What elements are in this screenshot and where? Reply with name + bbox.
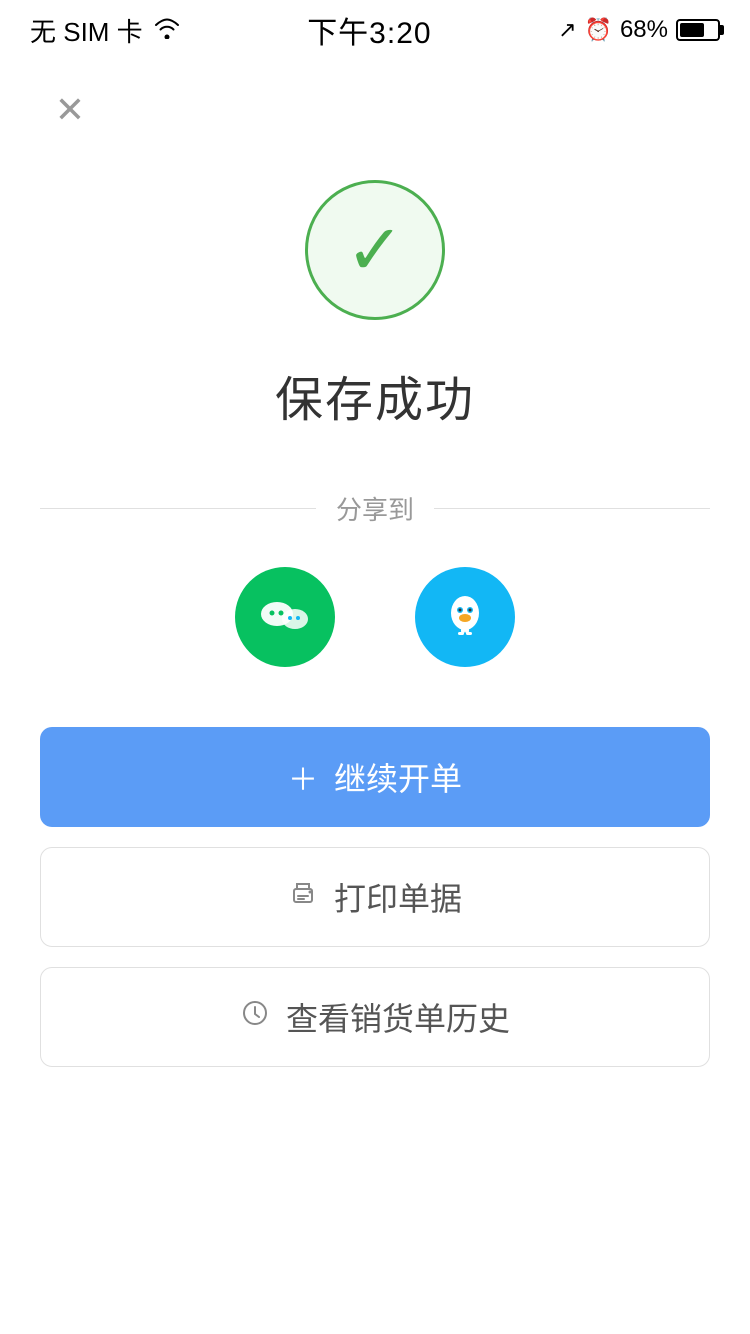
location-icon: ↗: [558, 17, 576, 43]
qq-icon: [435, 587, 495, 647]
divider-right: [434, 508, 710, 509]
close-button[interactable]: ✕: [40, 80, 100, 140]
print-icon: [288, 878, 318, 916]
continue-button[interactable]: ＋ 继续开单: [40, 727, 710, 827]
history-button[interactable]: 查看销货单历史: [40, 967, 710, 1067]
share-section: 分享到: [40, 490, 710, 667]
share-divider: 分享到: [40, 490, 710, 527]
wechat-share-button[interactable]: [235, 567, 335, 667]
wifi-icon: [153, 15, 181, 46]
status-bar: 无 SIM 卡 下午3:20 ↗ ⏰ 68%: [0, 0, 750, 60]
wechat-icon: [255, 587, 315, 647]
checkmark-icon: ✓: [346, 215, 405, 285]
success-section: ✓ 保存成功: [40, 180, 710, 430]
history-label: 查看销货单历史: [286, 994, 510, 1040]
close-icon: ✕: [55, 92, 85, 128]
success-circle: ✓: [305, 180, 445, 320]
battery-icon: [676, 19, 720, 41]
share-label: 分享到: [316, 490, 434, 527]
status-left: 无 SIM 卡: [30, 12, 181, 49]
plus-icon: ＋: [288, 755, 318, 799]
print-button[interactable]: 打印单据: [40, 847, 710, 947]
status-right: ↗ ⏰ 68%: [558, 16, 720, 44]
alarm-icon: ⏰: [585, 17, 612, 43]
qq-share-button[interactable]: [415, 567, 515, 667]
battery-percent: 68%: [620, 16, 668, 44]
share-icons-container: [40, 567, 710, 667]
continue-label: 继续开单: [334, 754, 462, 800]
action-buttons: ＋ 继续开单 打印单据: [40, 727, 710, 1067]
status-time: 下午3:20: [307, 8, 431, 52]
print-label: 打印单据: [334, 874, 462, 920]
clock-icon: [240, 998, 270, 1036]
main-content: ✕ ✓ 保存成功 分享到: [0, 60, 750, 1127]
divider-left: [40, 508, 316, 509]
carrier-text: 无 SIM 卡: [30, 12, 143, 49]
success-title: 保存成功: [275, 360, 475, 430]
